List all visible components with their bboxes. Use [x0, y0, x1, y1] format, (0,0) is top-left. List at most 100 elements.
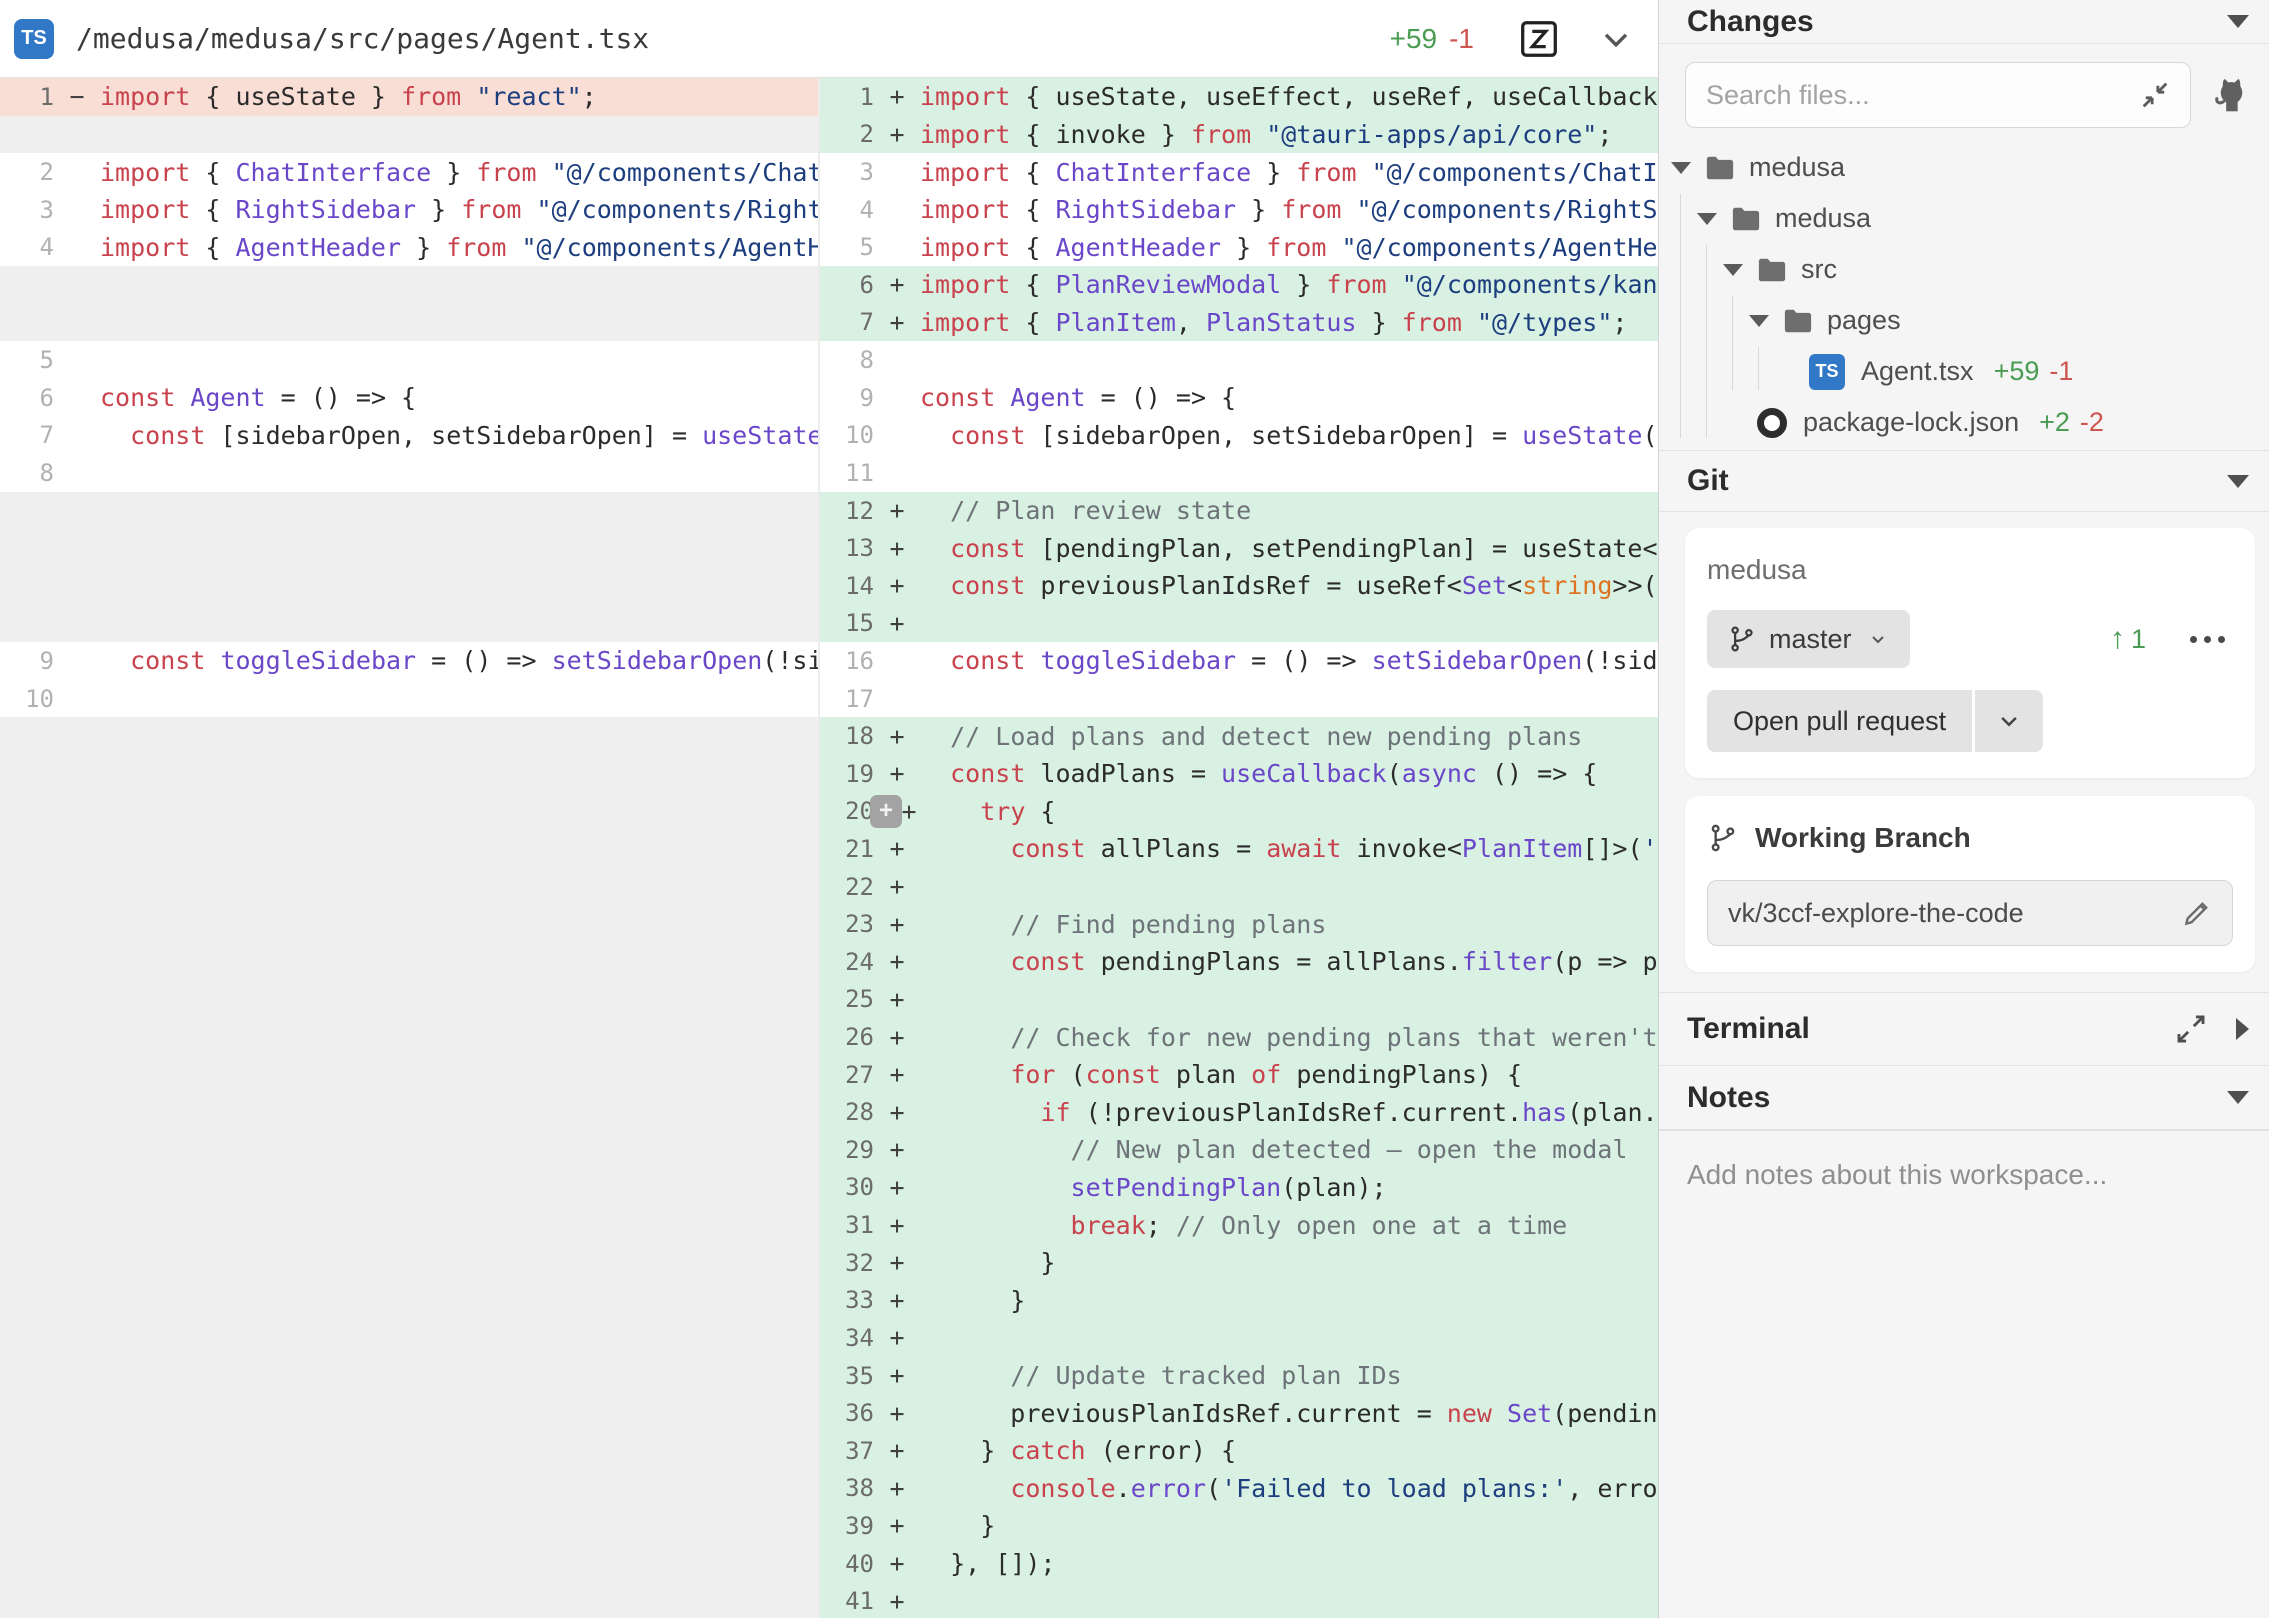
pull-request-dropdown-button[interactable] — [1975, 690, 2043, 752]
line-number[interactable]: 9 — [820, 384, 874, 412]
tree-item-medusa[interactable]: medusa — [1671, 142, 2253, 193]
tree-item-medusa[interactable]: medusa — [1671, 193, 2253, 244]
collapse-tree-icon[interactable] — [2138, 78, 2172, 112]
line-number[interactable]: 9 — [0, 647, 54, 675]
add-comment-button[interactable]: + — [870, 795, 902, 828]
line-number[interactable]: 12 — [820, 497, 874, 525]
diff-line[interactable]: 15+ — [820, 605, 1658, 643]
diff-line[interactable]: 38+ console.error('Failed to load plans:… — [820, 1470, 1658, 1508]
diff-line[interactable]: 21+ const allPlans = await invoke<PlanIt… — [820, 830, 1658, 868]
line-number[interactable]: 1 — [0, 83, 54, 111]
diff-line[interactable]: 8 — [820, 341, 1658, 379]
line-number[interactable]: 3 — [0, 196, 54, 224]
line-number[interactable]: 30 — [820, 1173, 874, 1201]
diff-line[interactable]: 5 — [0, 341, 820, 379]
line-number[interactable]: 3 — [820, 158, 874, 186]
line-number[interactable]: 24 — [820, 948, 874, 976]
diff-line[interactable]: 2import { ChatInterface } from "@/compon… — [0, 153, 820, 191]
line-number[interactable]: 41 — [820, 1587, 874, 1615]
search-box[interactable] — [1685, 62, 2191, 128]
line-number[interactable]: 11 — [820, 459, 874, 487]
line-number[interactable]: 1 — [820, 83, 874, 111]
line-number[interactable]: 8 — [0, 459, 54, 487]
diff-line[interactable]: 40+ }, []); — [820, 1545, 1658, 1583]
line-number[interactable]: 36 — [820, 1399, 874, 1427]
line-number[interactable]: 20 — [820, 797, 874, 825]
diff-line[interactable]: 29+ // New plan detected — open the moda… — [820, 1131, 1658, 1169]
diff-line[interactable]: 5import { AgentHeader } from "@/componen… — [820, 228, 1658, 266]
diff-line[interactable]: 10 const [sidebarOpen, setSidebarOpen] =… — [820, 416, 1658, 454]
diff-line[interactable]: 23+ // Find pending plans — [820, 905, 1658, 943]
line-number[interactable]: 8 — [820, 346, 874, 374]
diff-line[interactable]: 10 — [0, 680, 820, 718]
line-number[interactable]: 37 — [820, 1437, 874, 1465]
diff-line[interactable]: 27+ for (const plan of pendingPlans) { — [820, 1056, 1658, 1094]
diff-line[interactable]: 32+ } — [820, 1244, 1658, 1282]
tree-item-src[interactable]: src — [1671, 244, 2253, 295]
diff-line[interactable]: 37+ } catch (error) { — [820, 1432, 1658, 1470]
expand-terminal-icon[interactable] — [2174, 1012, 2208, 1046]
diff-line[interactable]: 13+ const [pendingPlan, setPendingPlan] … — [820, 529, 1658, 567]
line-number[interactable]: 23 — [820, 910, 874, 938]
line-number[interactable]: 18 — [820, 722, 874, 750]
diff-line[interactable]: 28+ if (!previousPlanIdsRef.current.has(… — [820, 1093, 1658, 1131]
caret-down-icon[interactable] — [1723, 264, 1743, 276]
open-pull-request-button[interactable]: Open pull request — [1707, 690, 1972, 752]
collapse-section-icon[interactable] — [2227, 1091, 2249, 1104]
line-number[interactable]: 5 — [820, 233, 874, 261]
caret-down-icon[interactable] — [1671, 162, 1691, 174]
diff-line[interactable]: 24+ const pendingPlans = allPlans.filter… — [820, 943, 1658, 981]
diff-line[interactable]: 2+import { invoke } from "@tauri-apps/ap… — [820, 116, 1658, 154]
diff-line[interactable]: 36+ previousPlanIdsRef.current = new Set… — [820, 1394, 1658, 1432]
diff-line[interactable]: 26+ // Check for new pending plans that … — [820, 1018, 1658, 1056]
edit-pencil-icon[interactable] — [2180, 896, 2214, 930]
caret-down-icon[interactable] — [1697, 213, 1717, 225]
diff-line[interactable]: 4import { AgentHeader } from "@/componen… — [0, 228, 820, 266]
diff-line[interactable]: 3import { ChatInterface } from "@/compon… — [820, 153, 1658, 191]
line-number[interactable]: 26 — [820, 1023, 874, 1051]
diff-line[interactable]: 6+import { PlanReviewModal } from "@/com… — [820, 266, 1658, 304]
diff-line[interactable]: 18+ // Load plans and detect new pending… — [820, 717, 1658, 755]
line-number[interactable]: 17 — [820, 685, 874, 713]
diff-line[interactable]: 6const Agent = () => { — [0, 379, 820, 417]
line-number[interactable]: 19 — [820, 760, 874, 788]
expand-section-icon[interactable] — [2236, 1018, 2249, 1040]
commits-ahead-badge[interactable]: ↑ 1 — [2110, 622, 2146, 656]
changes-section-header[interactable]: Changes — [1659, 0, 2269, 44]
line-number[interactable]: 10 — [0, 685, 54, 713]
caret-down-icon[interactable] — [1749, 315, 1769, 327]
more-options-button[interactable] — [2190, 636, 2225, 643]
line-number[interactable]: 6 — [820, 271, 874, 299]
chevron-down-icon[interactable] — [1596, 19, 1636, 59]
line-number[interactable]: 27 — [820, 1061, 874, 1089]
line-number[interactable]: 15 — [820, 609, 874, 637]
diff-line[interactable]: 31+ break; // Only open one at a time — [820, 1206, 1658, 1244]
line-number[interactable]: 33 — [820, 1286, 874, 1314]
line-number[interactable]: 6 — [0, 384, 54, 412]
line-number[interactable]: 32 — [820, 1249, 874, 1277]
cat-icon[interactable] — [2207, 72, 2253, 118]
diff-line[interactable]: 14+ const previousPlanIdsRef = useRef<Se… — [820, 567, 1658, 605]
line-number[interactable]: 7 — [820, 308, 874, 336]
line-number[interactable]: 25 — [820, 985, 874, 1013]
diff-line[interactable]: 7 const [sidebarOpen, setSidebarOpen] = … — [0, 416, 820, 454]
line-number[interactable]: 13 — [820, 534, 874, 562]
line-number[interactable]: 2 — [0, 158, 54, 186]
diff-line[interactable]: 22+ — [820, 868, 1658, 906]
line-number[interactable]: 35 — [820, 1362, 874, 1390]
tree-item-package-lock-json[interactable]: package-lock.json+2-2 — [1671, 397, 2253, 448]
line-number[interactable]: 16 — [820, 647, 874, 675]
collapse-section-icon[interactable] — [2227, 475, 2249, 488]
line-number[interactable]: 14 — [820, 572, 874, 600]
diff-line[interactable]: 34+ — [820, 1319, 1658, 1357]
line-number[interactable]: 40 — [820, 1550, 874, 1578]
diff-line[interactable]: 12+ // Plan review state — [820, 492, 1658, 530]
line-number[interactable]: 4 — [0, 233, 54, 261]
working-branch-field[interactable]: vk/3ccf-explore-the-code — [1707, 880, 2233, 946]
line-number[interactable]: 39 — [820, 1512, 874, 1540]
diff-line[interactable]: 35+ // Update tracked plan IDs — [820, 1357, 1658, 1395]
diff-line[interactable]: 3import { RightSidebar } from "@/compone… — [0, 191, 820, 229]
line-number[interactable]: 10 — [820, 421, 874, 449]
diff-line[interactable]: 7+import { PlanItem, PlanStatus } from "… — [820, 304, 1658, 342]
branch-selector[interactable]: master — [1707, 610, 1910, 668]
